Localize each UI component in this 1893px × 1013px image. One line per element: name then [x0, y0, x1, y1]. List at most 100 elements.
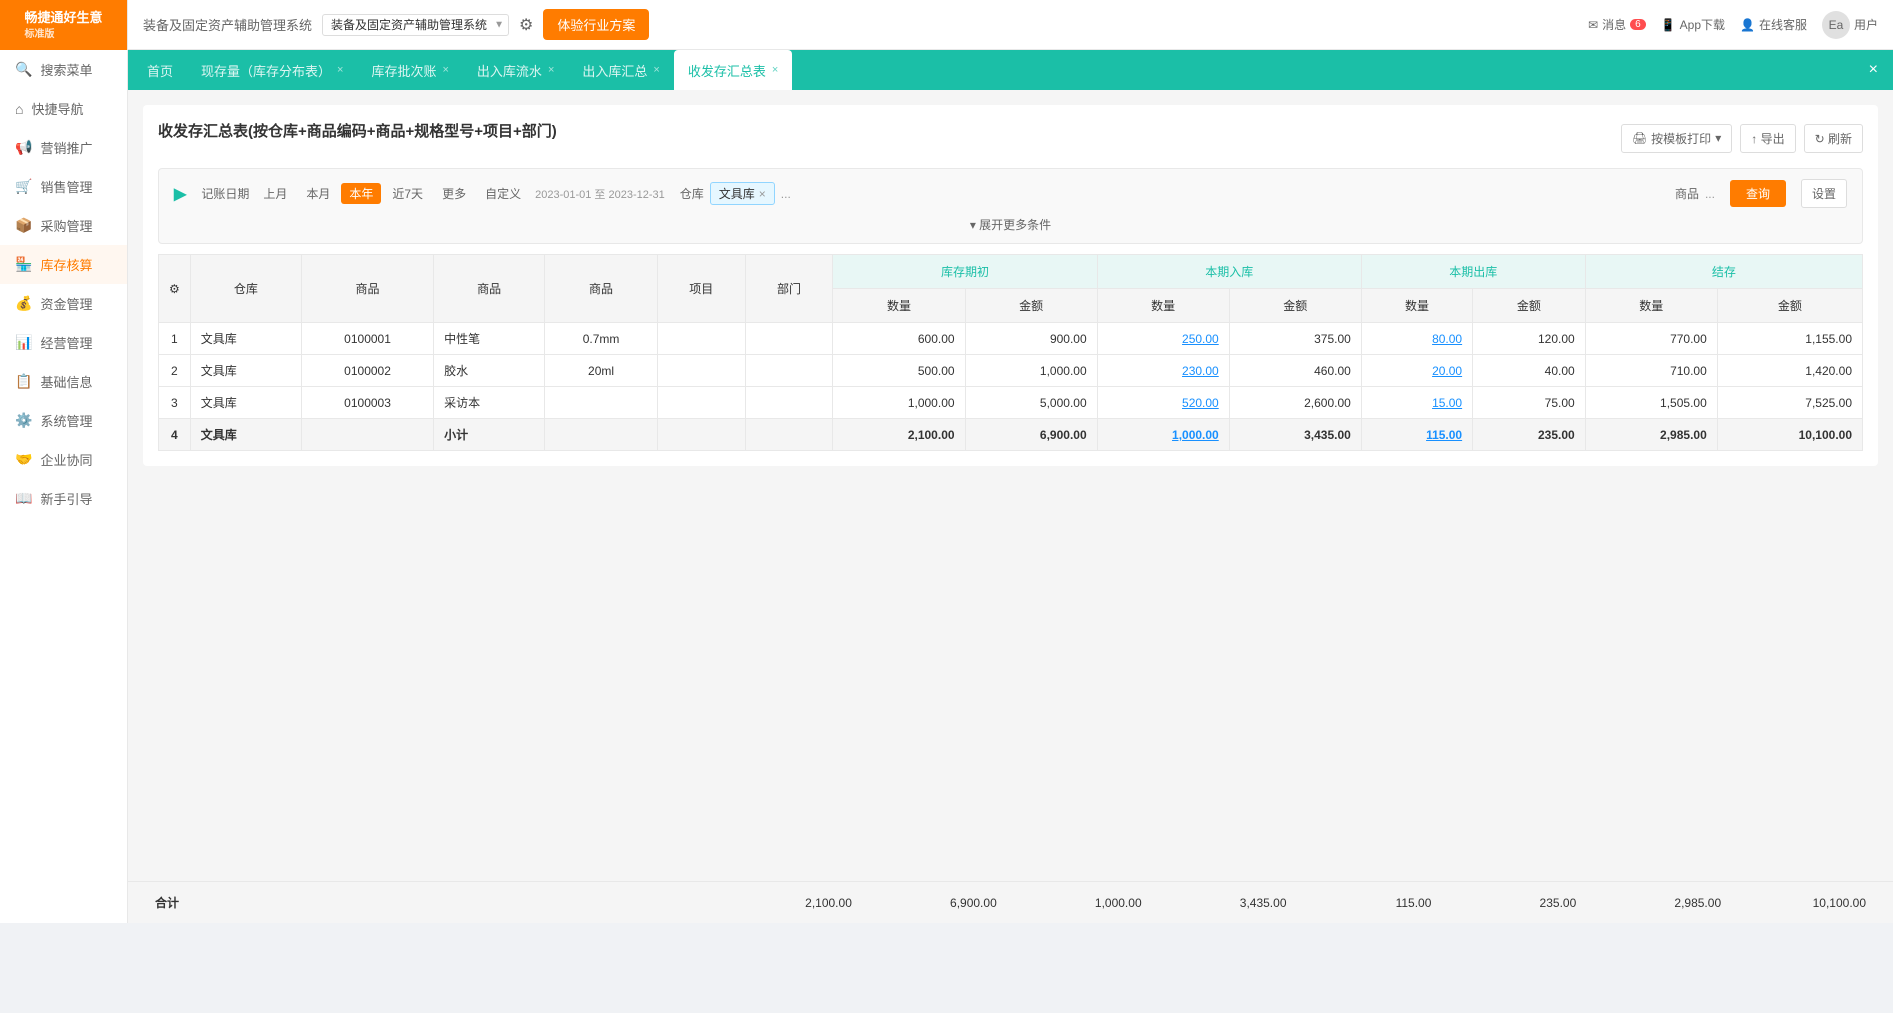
online-service-item[interactable]: 👤 在线客服	[1740, 16, 1807, 33]
sidebar-item-operation[interactable]: 📊 经营管理	[0, 323, 127, 362]
sidebar-item-inventory[interactable]: 🏪 库存核算	[0, 245, 127, 284]
row-project	[657, 355, 745, 387]
sidebar-item-search[interactable]: 🔍 搜索菜单	[0, 50, 127, 89]
row-in-qty[interactable]: 520.00	[1097, 387, 1229, 419]
sales-icon: 🛒	[15, 178, 32, 195]
sidebar-item-sales[interactable]: 🛒 销售管理	[0, 167, 127, 206]
template-print-button[interactable]: 🖨 按模板打印 ▾	[1621, 124, 1732, 153]
message-icon: ✉	[1588, 18, 1598, 32]
enterprise-icon: 🤝	[15, 451, 32, 468]
product-filter-label: 商品	[1675, 185, 1699, 202]
row-out-amt: 40.00	[1473, 355, 1586, 387]
sidebar-item-newbie[interactable]: 📖 新手引导	[0, 479, 127, 518]
row-bal-amt: 1,420.00	[1717, 355, 1862, 387]
sidebar-item-quick-nav[interactable]: ⌂ 快捷导航	[0, 89, 127, 128]
row-in-qty[interactable]: 230.00	[1097, 355, 1229, 387]
date-btn-this-year[interactable]: 本年	[341, 183, 381, 204]
tab-close-batch-account[interactable]: ×	[442, 64, 448, 76]
newbie-icon: 📖	[15, 490, 32, 507]
row-warehouse: 文具库	[190, 387, 301, 419]
row-bal-amt: 10,100.00	[1717, 419, 1862, 451]
sidebar-item-basic-info[interactable]: 📋 基础信息	[0, 362, 127, 401]
page-container: 收发存汇总表(按仓库+商品编码+商品+规格型号+项目+部门) 🖨 按模板打印 ▾…	[143, 105, 1878, 466]
row-spec	[545, 419, 658, 451]
row-out-amt: 235.00	[1473, 419, 1586, 451]
row-open-qty: 500.00	[833, 355, 965, 387]
footer-table: 合计 2,100.00 6,900.00 1,000.00 3,435.00 1…	[143, 890, 1878, 915]
tab-close-in-out-flow[interactable]: ×	[548, 64, 554, 76]
app-download-item[interactable]: 📱 App下载	[1661, 16, 1725, 33]
row-in-qty[interactable]: 250.00	[1097, 323, 1229, 355]
product-filter-more[interactable]: ...	[1705, 187, 1715, 201]
tabbar-close-btn[interactable]: ×	[1869, 61, 1878, 79]
row-out-qty[interactable]: 80.00	[1361, 323, 1472, 355]
table-settings-col[interactable]: ⚙	[159, 255, 191, 323]
row-warehouse: 文具库	[190, 419, 301, 451]
query-button[interactable]: 查询	[1730, 180, 1786, 207]
warehouse-tag-text: 文具库	[719, 185, 755, 202]
refresh-button[interactable]: ↻ 刷新	[1804, 124, 1863, 153]
row-in-qty[interactable]: 1,000.00	[1097, 419, 1229, 451]
topbar-system-selector[interactable]: 装备及固定资产辅助管理系统	[322, 14, 509, 36]
sidebar-item-finance[interactable]: 💰 资金管理	[0, 284, 127, 323]
column-settings-button[interactable]: 设置	[1801, 179, 1847, 208]
row-in-amt: 2,600.00	[1229, 387, 1361, 419]
tab-close-in-out-summary[interactable]: ×	[653, 64, 659, 76]
settings-icon[interactable]: ⚙	[519, 15, 533, 35]
footer-bal-amt: 10,100.00	[1733, 892, 1876, 913]
date-btn-last-month[interactable]: 上月	[255, 183, 295, 204]
sidebar-label-purchase: 采购管理	[40, 216, 92, 235]
tab-batch-account[interactable]: 库存批次账 ×	[357, 50, 462, 90]
row-out-qty[interactable]: 115.00	[1361, 419, 1472, 451]
row-in-amt: 3,435.00	[1229, 419, 1361, 451]
message-badge: 6	[1630, 19, 1646, 30]
sidebar-label-marketing: 营销推广	[40, 138, 92, 157]
footer-spacer1	[347, 892, 407, 913]
date-btn-more[interactable]: 更多	[434, 183, 474, 204]
date-btn-7days[interactable]: 近7天	[384, 183, 431, 204]
footer-out-qty: 115.00	[1299, 892, 1442, 913]
row-out-qty[interactable]: 15.00	[1361, 387, 1472, 419]
tab-in-out-flow[interactable]: 出入库流水 ×	[463, 50, 568, 90]
sidebar-item-marketing[interactable]: 📢 营销推广	[0, 128, 127, 167]
tab-in-out-summary[interactable]: 出入库汇总 ×	[568, 50, 673, 90]
expand-conditions-button[interactable]: ▾ 展开更多条件	[970, 216, 1051, 233]
sidebar-item-purchase[interactable]: 📦 采购管理	[0, 206, 127, 245]
user-item[interactable]: Ea 用户	[1822, 11, 1878, 39]
row-project	[657, 387, 745, 419]
sidebar-label-enterprise: 企业协同	[40, 450, 92, 469]
chevron-down-icon: ▾	[1715, 131, 1721, 145]
th-group-open: 库存期初	[833, 255, 1097, 289]
phone-icon: 📱	[1661, 18, 1676, 32]
sidebar-item-system[interactable]: ⚙️ 系统管理	[0, 401, 127, 440]
filter-toggle[interactable]: ▶	[174, 184, 186, 204]
tab-inventory-dist[interactable]: 现存量（库存分布表） ×	[187, 50, 357, 90]
date-filter-label: 记账日期	[201, 185, 249, 202]
sidebar-label-search: 搜索菜单	[40, 60, 92, 79]
export-button[interactable]: ↑ 导出	[1740, 124, 1795, 153]
th-group-in: 本期入库	[1097, 255, 1361, 289]
warehouse-filter-label: 仓库	[680, 185, 704, 202]
row-dept	[745, 355, 833, 387]
warehouse-filter-more[interactable]: ...	[781, 187, 791, 201]
row-bal-amt: 1,155.00	[1717, 323, 1862, 355]
table-row: 3文具库0100003采访本1,000.005,000.00520.002,60…	[159, 387, 1863, 419]
tab-close-recv-send[interactable]: ×	[772, 64, 778, 76]
inventory-icon: 🏪	[15, 256, 32, 273]
sidebar-item-enterprise[interactable]: 🤝 企业协同	[0, 440, 127, 479]
footer-spacer6	[657, 892, 717, 913]
row-open-amt: 900.00	[965, 323, 1097, 355]
date-btn-this-month[interactable]: 本月	[298, 183, 338, 204]
sidebar-label-basic-info: 基础信息	[40, 372, 92, 391]
trial-button[interactable]: 体验行业方案	[543, 9, 649, 40]
export-icon: ↑	[1751, 132, 1757, 146]
footer-out-amt: 235.00	[1443, 892, 1586, 913]
tab-close-inventory-dist[interactable]: ×	[337, 64, 343, 76]
date-btn-custom[interactable]: 自定义	[477, 183, 529, 204]
tab-recv-send[interactable]: 收发存汇总表 ×	[674, 50, 792, 90]
warehouse-tag-close[interactable]: ×	[759, 187, 766, 201]
tab-home[interactable]: 首页	[133, 50, 187, 90]
topbar-right: ✉ 消息 6 📱 App下载 👤 在线客服 Ea 用户	[1588, 11, 1878, 39]
message-item[interactable]: ✉ 消息 6	[1588, 16, 1646, 33]
row-out-qty[interactable]: 20.00	[1361, 355, 1472, 387]
